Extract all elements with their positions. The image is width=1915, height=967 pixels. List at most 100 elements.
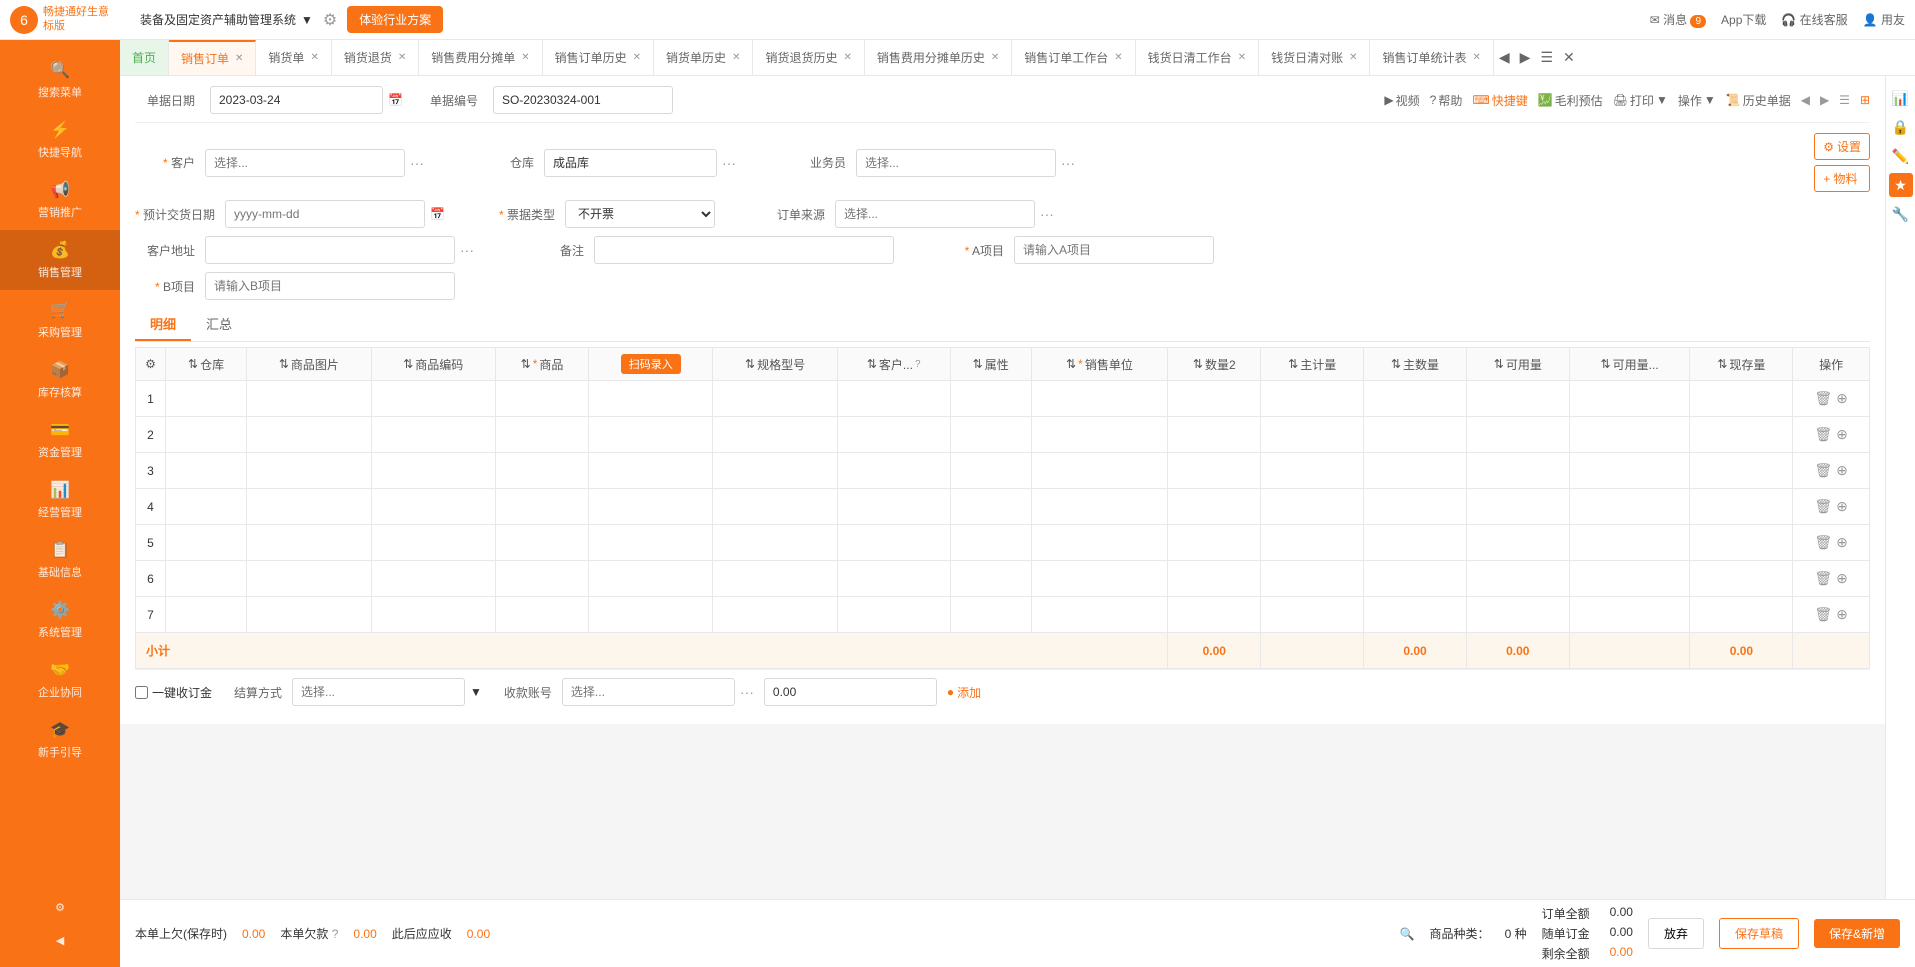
address-expand-icon[interactable]: ··· <box>460 242 474 258</box>
tab-expense-split[interactable]: 销售费用分摊单 ✕ <box>419 40 542 76</box>
tab-order-workbench[interactable]: 销售订单工作台 ✕ <box>1012 40 1135 76</box>
th-stock[interactable]: ⇅现存量 <box>1690 348 1793 381</box>
panel-edit-icon[interactable]: ✏️ <box>1889 144 1913 168</box>
customer-address-input[interactable] <box>205 236 455 264</box>
delete-icon[interactable]: 🗑 <box>1814 570 1832 587</box>
tab-prev-btn[interactable]: ◀ <box>1494 49 1515 66</box>
calendar-icon[interactable]: 📅 <box>388 93 403 107</box>
save-new-btn[interactable]: 保存&新增 <box>1814 919 1900 948</box>
row-1-customer-no[interactable] <box>837 381 950 417</box>
staff-input[interactable] <box>856 149 1056 177</box>
customer-input[interactable] <box>205 149 405 177</box>
tab-close-icon[interactable]: ✕ <box>991 52 999 63</box>
sidebar-item-enterprise[interactable]: 🤝 企业协同 <box>0 650 120 710</box>
tab-detail[interactable]: 明细 <box>135 308 191 341</box>
tab-sales-history[interactable]: 销售订单历史 ✕ <box>543 40 654 76</box>
row-1-qty2[interactable] <box>1168 381 1261 417</box>
staff-expand-icon[interactable]: ··· <box>1061 155 1075 171</box>
tab-next-btn[interactable]: ▶ <box>1515 49 1536 66</box>
tab-summary[interactable]: 汇总 <box>191 308 247 341</box>
warehouse-input[interactable] <box>544 149 717 177</box>
row-1-product[interactable] <box>495 381 588 417</box>
th-main-unit[interactable]: ⇅主计量 <box>1261 348 1364 381</box>
bank-account-input[interactable] <box>562 678 735 706</box>
print-btn[interactable]: 🖨 打印 ▼ <box>1613 92 1668 109</box>
tab-daily-reconcile[interactable]: 钱货日清对账 ✕ <box>1259 40 1370 76</box>
tab-close-icon[interactable]: ✕ <box>843 52 851 63</box>
th-customer-no[interactable]: ⇅客户...? <box>837 348 950 381</box>
tab-close-icon[interactable]: ✕ <box>521 52 529 63</box>
tab-return-history[interactable]: 销货退货历史 ✕ <box>753 40 864 76</box>
th-available2[interactable]: ⇅可用量... <box>1569 348 1690 381</box>
th-quantity2[interactable]: ⇅数量2 <box>1168 348 1261 381</box>
row-1-attribute[interactable] <box>950 381 1031 417</box>
tab-close-icon[interactable]: ✕ <box>633 52 641 63</box>
b-project-input[interactable] <box>205 272 455 300</box>
warehouse-expand-icon[interactable]: ··· <box>722 155 736 171</box>
profit-btn[interactable]: 💹 毛利预估 <box>1538 92 1603 109</box>
th-spec[interactable]: ⇅规格型号 <box>713 348 837 381</box>
industry-btn[interactable]: 体验行业方案 <box>347 6 443 33</box>
prev-record-btn[interactable]: ◀ <box>1801 93 1810 107</box>
panel-tool-icon[interactable]: 🔧 <box>1889 202 1913 226</box>
th-scan[interactable]: 扫码录入 <box>589 348 713 381</box>
row-1-available[interactable] <box>1466 381 1569 417</box>
tab-order-stats[interactable]: 销售订单统计表 ✕ <box>1370 40 1493 76</box>
order-source-input[interactable] <box>835 200 1035 228</box>
copy-icon[interactable]: ⊕ <box>1836 498 1848 515</box>
sidebar-item-inventory[interactable]: 📦 库存核算 <box>0 350 120 410</box>
row-1-main-unit[interactable] <box>1261 381 1364 417</box>
tab-close-icon[interactable]: ✕ <box>1114 52 1122 63</box>
sidebar-item-sales[interactable]: 💰 销售管理 <box>0 230 120 290</box>
user-avatar[interactable]: 👤 用友 <box>1863 11 1905 28</box>
row-1-available2[interactable] <box>1569 381 1690 417</box>
sidebar-item-guide[interactable]: 🎓 新手引导 <box>0 710 120 770</box>
tab-close-icon[interactable]: ✕ <box>310 52 318 63</box>
tab-list-btn[interactable]: ☰ <box>1535 49 1558 66</box>
tab-close-all-btn[interactable]: ✕ <box>1558 49 1580 66</box>
th-product-image[interactable]: ⇅商品图片 <box>247 348 371 381</box>
date-input[interactable] <box>210 86 383 114</box>
payment-method-input[interactable] <box>292 678 465 706</box>
sidebar-item-operations[interactable]: 📊 经营管理 <box>0 470 120 530</box>
th-gear[interactable]: ⚙ <box>136 348 166 381</box>
delete-icon[interactable]: 🗑 <box>1814 534 1832 551</box>
grid-view-btn[interactable]: ⊞ <box>1860 93 1870 107</box>
scan-input-btn[interactable]: 扫码录入 <box>621 354 681 374</box>
row-1-sales-unit[interactable] <box>1031 381 1167 417</box>
history-btn[interactable]: 📜 历史单据 <box>1726 92 1791 109</box>
tab-home[interactable]: 首页 <box>120 40 169 76</box>
th-attribute[interactable]: ⇅属性 <box>950 348 1031 381</box>
th-product-code[interactable]: ⇅商品编码 <box>371 348 495 381</box>
row-1-main-qty[interactable] <box>1364 381 1467 417</box>
save-draft-btn[interactable]: 保存草稿 <box>1719 918 1799 949</box>
deposit-checkbox[interactable] <box>135 686 148 699</box>
add-payment-btn[interactable]: ● 添加 <box>947 684 981 701</box>
row-1-spec[interactable] <box>713 381 837 417</box>
settings-btn[interactable]: ⚙ 设置 <box>1814 133 1870 160</box>
sidebar-item-marketing[interactable]: 📢 营销推广 <box>0 170 120 230</box>
sidebar-collapse-btn[interactable]: ◀ <box>0 924 120 957</box>
customer-expand-icon[interactable]: ··· <box>410 155 424 171</box>
tab-close-icon[interactable]: ✕ <box>1238 52 1246 63</box>
message-btn[interactable]: ✉ 消息 9 <box>1650 11 1706 28</box>
sidebar-item-search[interactable]: 🔍 搜索菜单 <box>0 50 120 110</box>
order-source-expand-icon[interactable]: ··· <box>1040 206 1054 222</box>
tab-close-icon[interactable]: ✕ <box>398 52 406 63</box>
bank-expand-icon[interactable]: ··· <box>740 684 754 700</box>
row-1-warehouse[interactable] <box>166 381 247 417</box>
shortcut-btn[interactable]: ⌨ 快捷键 <box>1472 92 1527 109</box>
panel-chart-icon[interactable]: 📊 <box>1889 86 1913 110</box>
copy-icon[interactable]: ⊕ <box>1836 390 1848 407</box>
payment-amount-input[interactable] <box>764 678 937 706</box>
delete-icon[interactable]: 🗑 <box>1814 426 1832 443</box>
th-warehouse[interactable]: ⇅仓库 <box>166 348 247 381</box>
tab-daily-workbench[interactable]: 钱货日清工作台 ✕ <box>1136 40 1259 76</box>
th-main-qty[interactable]: ⇅主数量 <box>1364 348 1467 381</box>
delete-icon[interactable]: 🗑 <box>1814 462 1832 479</box>
copy-icon[interactable]: ⊕ <box>1836 606 1848 623</box>
delete-icon[interactable]: 🗑 <box>1814 390 1832 407</box>
order-no-input[interactable] <box>493 86 673 114</box>
sidebar-settings-btn[interactable]: ⚙ <box>0 891 120 924</box>
tab-expense-history[interactable]: 销售费用分摊单历史 ✕ <box>865 40 1012 76</box>
